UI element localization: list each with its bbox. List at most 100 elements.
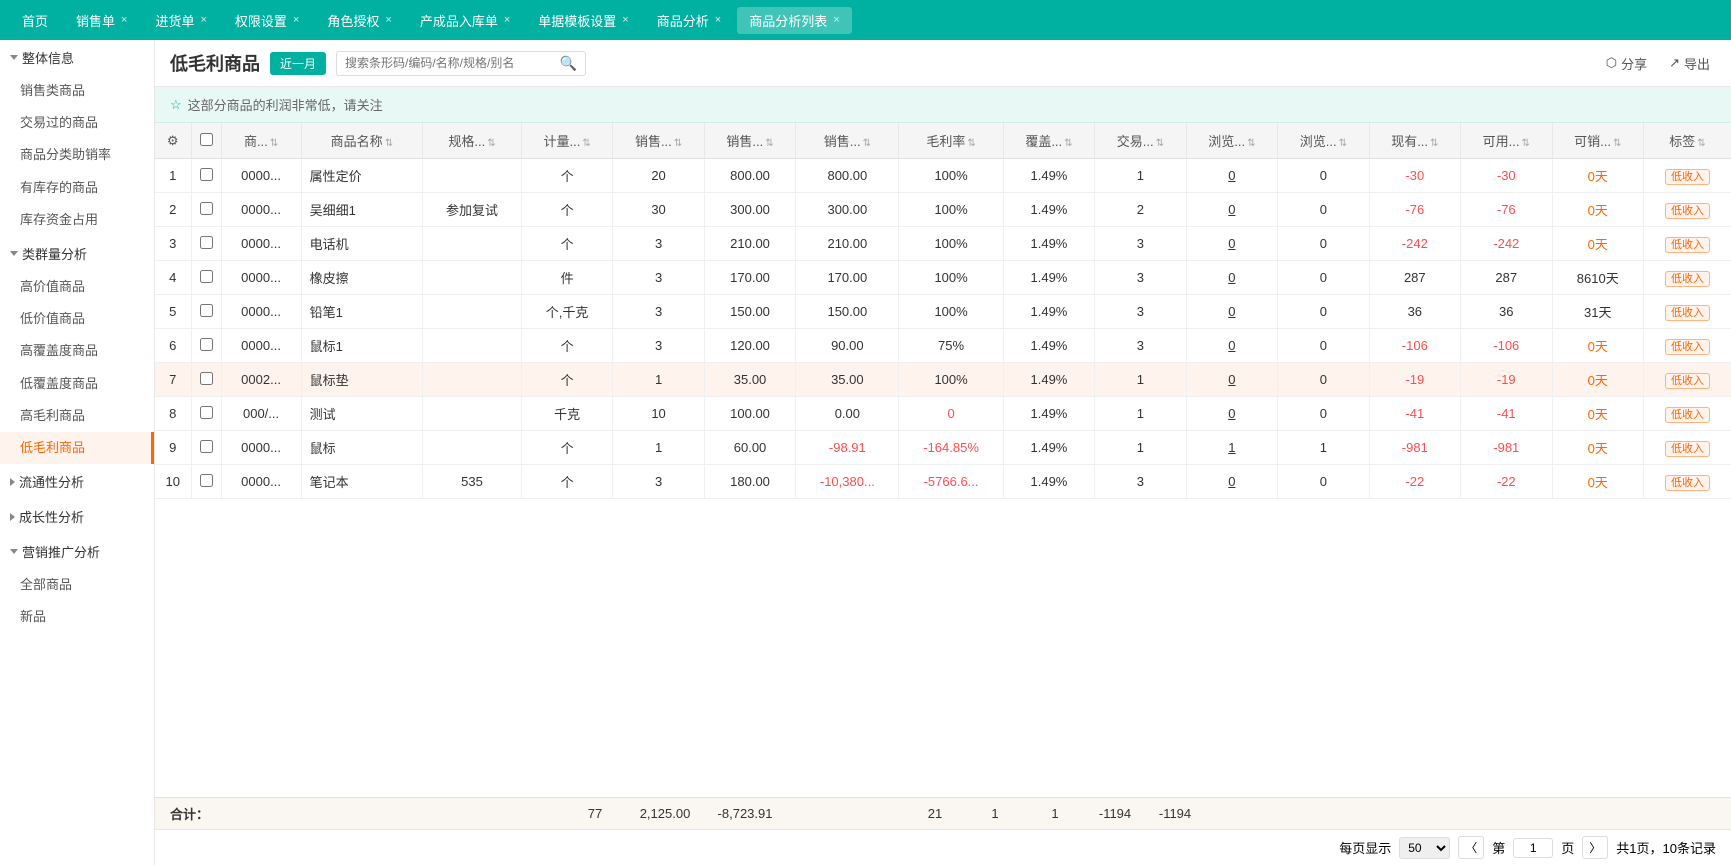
sidebar-item-traded-goods[interactable]: 交易过的商品 <box>0 107 154 139</box>
row-name[interactable]: 测试 <box>301 397 423 431</box>
sidebar-group-overview[interactable]: 整体信息 <box>0 40 154 75</box>
col-spec[interactable]: 规格...⇅ <box>423 123 522 159</box>
row-view-count[interactable]: 0 <box>1186 465 1277 499</box>
page-number-input[interactable] <box>1513 838 1553 858</box>
row-checkbox[interactable] <box>191 193 221 227</box>
row-select-checkbox[interactable] <box>200 338 213 351</box>
sidebar-item-all-goods[interactable]: 全部商品 <box>0 569 154 601</box>
nav-template-close[interactable]: × <box>622 14 628 26</box>
sidebar-item-stock-goods[interactable]: 有库存的商品 <box>0 172 154 204</box>
nav-product-entry[interactable]: 产成品入库单× <box>408 7 522 34</box>
col-avail-stock[interactable]: 可用...⇅ <box>1461 123 1552 159</box>
row-view-count[interactable]: 0 <box>1186 193 1277 227</box>
row-select-checkbox[interactable] <box>200 236 213 249</box>
sidebar-item-low-margin[interactable]: 低毛利商品 <box>0 432 154 464</box>
col-code[interactable]: 商...⇅ <box>221 123 301 159</box>
sidebar-group-marketing[interactable]: 营销推广分析 <box>0 534 154 569</box>
row-name[interactable]: 鼠标 <box>301 431 423 465</box>
nav-template[interactable]: 单据模板设置× <box>526 7 640 34</box>
select-all-checkbox[interactable] <box>200 133 213 146</box>
row-select-checkbox[interactable] <box>200 406 213 419</box>
per-page-select[interactable]: 50 100 <box>1399 837 1450 859</box>
sidebar-item-low-coverage[interactable]: 低覆盖度商品 <box>0 368 154 400</box>
row-checkbox[interactable] <box>191 465 221 499</box>
row-view-count[interactable]: 0 <box>1186 159 1277 193</box>
sidebar-group-cluster[interactable]: 类群量分析 <box>0 236 154 271</box>
row-name[interactable]: 鼠标垫 <box>301 363 423 397</box>
row-view-count[interactable]: 0 <box>1186 261 1277 295</box>
col-gross-rate[interactable]: 毛利率⇅ <box>899 123 1003 159</box>
row-view-count[interactable]: 0 <box>1186 363 1277 397</box>
row-checkbox[interactable] <box>191 431 221 465</box>
row-select-checkbox[interactable] <box>200 202 213 215</box>
nav-goods-analysis[interactable]: 商品分析× <box>645 7 733 34</box>
row-select-checkbox[interactable] <box>200 474 213 487</box>
row-name[interactable]: 铅笔1 <box>301 295 423 329</box>
row-checkbox[interactable] <box>191 397 221 431</box>
col-name[interactable]: 商品名称⇅ <box>301 123 423 159</box>
nav-goods-analysis-close[interactable]: × <box>715 14 721 26</box>
row-checkbox[interactable] <box>191 261 221 295</box>
col-coverage[interactable]: 覆盖...⇅ <box>1003 123 1094 159</box>
row-select-checkbox[interactable] <box>200 372 213 385</box>
nav-purchase-close[interactable]: × <box>200 14 206 26</box>
sidebar-group-liquidity[interactable]: 流通性分析 <box>0 464 154 499</box>
col-current-stock[interactable]: 现有...⇅ <box>1369 123 1460 159</box>
nav-goods-analysis-list[interactable]: 商品分析列表× <box>737 7 851 34</box>
row-name[interactable]: 属性定价 <box>301 159 423 193</box>
row-view-count[interactable]: 0 <box>1186 295 1277 329</box>
share-button[interactable]: ⬡ 分享 <box>1600 51 1653 76</box>
col-tx-count[interactable]: 交易...⇅ <box>1095 123 1186 159</box>
table-container[interactable]: ⚙ 商...⇅ 商品名称⇅ 规格...⇅ 计量...⇅ 销售...⇅ 销售...… <box>155 123 1731 797</box>
row-checkbox[interactable] <box>191 329 221 363</box>
nav-permissions[interactable]: 权限设置× <box>223 7 311 34</box>
row-select-checkbox[interactable] <box>200 304 213 317</box>
col-saleable-days[interactable]: 可销...⇅ <box>1552 123 1643 159</box>
col-view-rate[interactable]: 浏览...⇅ <box>1278 123 1369 159</box>
row-view-count[interactable]: 0 <box>1186 227 1277 261</box>
search-icon[interactable]: 🔍 <box>560 55 577 72</box>
sidebar-item-high-coverage[interactable]: 高覆盖度商品 <box>0 335 154 367</box>
sidebar-item-high-margin[interactable]: 高毛利商品 <box>0 400 154 432</box>
row-name[interactable]: 笔记本 <box>301 465 423 499</box>
row-name[interactable]: 鼠标1 <box>301 329 423 363</box>
row-checkbox[interactable] <box>191 295 221 329</box>
filter-period-button[interactable]: 近一月 <box>270 52 326 75</box>
col-sales-profit[interactable]: 销售...⇅ <box>796 123 899 159</box>
row-view-count[interactable]: 0 <box>1186 329 1277 363</box>
row-name[interactable]: 电话机 <box>301 227 423 261</box>
row-select-checkbox[interactable] <box>200 440 213 453</box>
nav-purchase[interactable]: 进货单× <box>143 7 218 34</box>
col-sales-amt[interactable]: 销售...⇅ <box>704 123 795 159</box>
row-name[interactable]: 吴细细1 <box>301 193 423 227</box>
row-view-count[interactable]: 0 <box>1186 397 1277 431</box>
sidebar-item-high-value[interactable]: 高价值商品 <box>0 271 154 303</box>
sidebar-group-growth[interactable]: 成长性分析 <box>0 499 154 534</box>
sidebar-item-new-goods[interactable]: 新品 <box>0 601 154 633</box>
nav-sales[interactable]: 销售单× <box>64 7 139 34</box>
row-checkbox[interactable] <box>191 227 221 261</box>
sidebar-item-sales-goods[interactable]: 销售类商品 <box>0 75 154 107</box>
row-select-checkbox[interactable] <box>200 270 213 283</box>
next-page-button[interactable]: 〉 <box>1582 836 1608 859</box>
col-checkbox[interactable] <box>191 123 221 159</box>
nav-permissions-close[interactable]: × <box>293 14 299 26</box>
row-view-count[interactable]: 1 <box>1186 431 1277 465</box>
export-button[interactable]: ↗ 导出 <box>1663 51 1716 76</box>
prev-page-button[interactable]: 〈 <box>1458 836 1484 859</box>
nav-roles[interactable]: 角色授权× <box>315 7 403 34</box>
nav-home[interactable]: 首页 <box>10 7 60 34</box>
sidebar-item-stock-capital[interactable]: 库存资金占用 <box>0 204 154 236</box>
col-tag[interactable]: 标签⇅ <box>1643 123 1731 159</box>
nav-goods-analysis-list-close[interactable]: × <box>833 14 839 26</box>
col-view-count[interactable]: 浏览...⇅ <box>1186 123 1277 159</box>
sidebar-item-low-value[interactable]: 低价值商品 <box>0 303 154 335</box>
row-checkbox[interactable] <box>191 159 221 193</box>
nav-roles-close[interactable]: × <box>385 14 391 26</box>
search-input[interactable] <box>345 56 560 70</box>
row-name[interactable]: 橡皮擦 <box>301 261 423 295</box>
col-unit[interactable]: 计量...⇅ <box>521 123 612 159</box>
row-select-checkbox[interactable] <box>200 168 213 181</box>
sidebar-item-category-rate[interactable]: 商品分类助销率 <box>0 139 154 171</box>
col-sales-qty[interactable]: 销售...⇅ <box>613 123 704 159</box>
